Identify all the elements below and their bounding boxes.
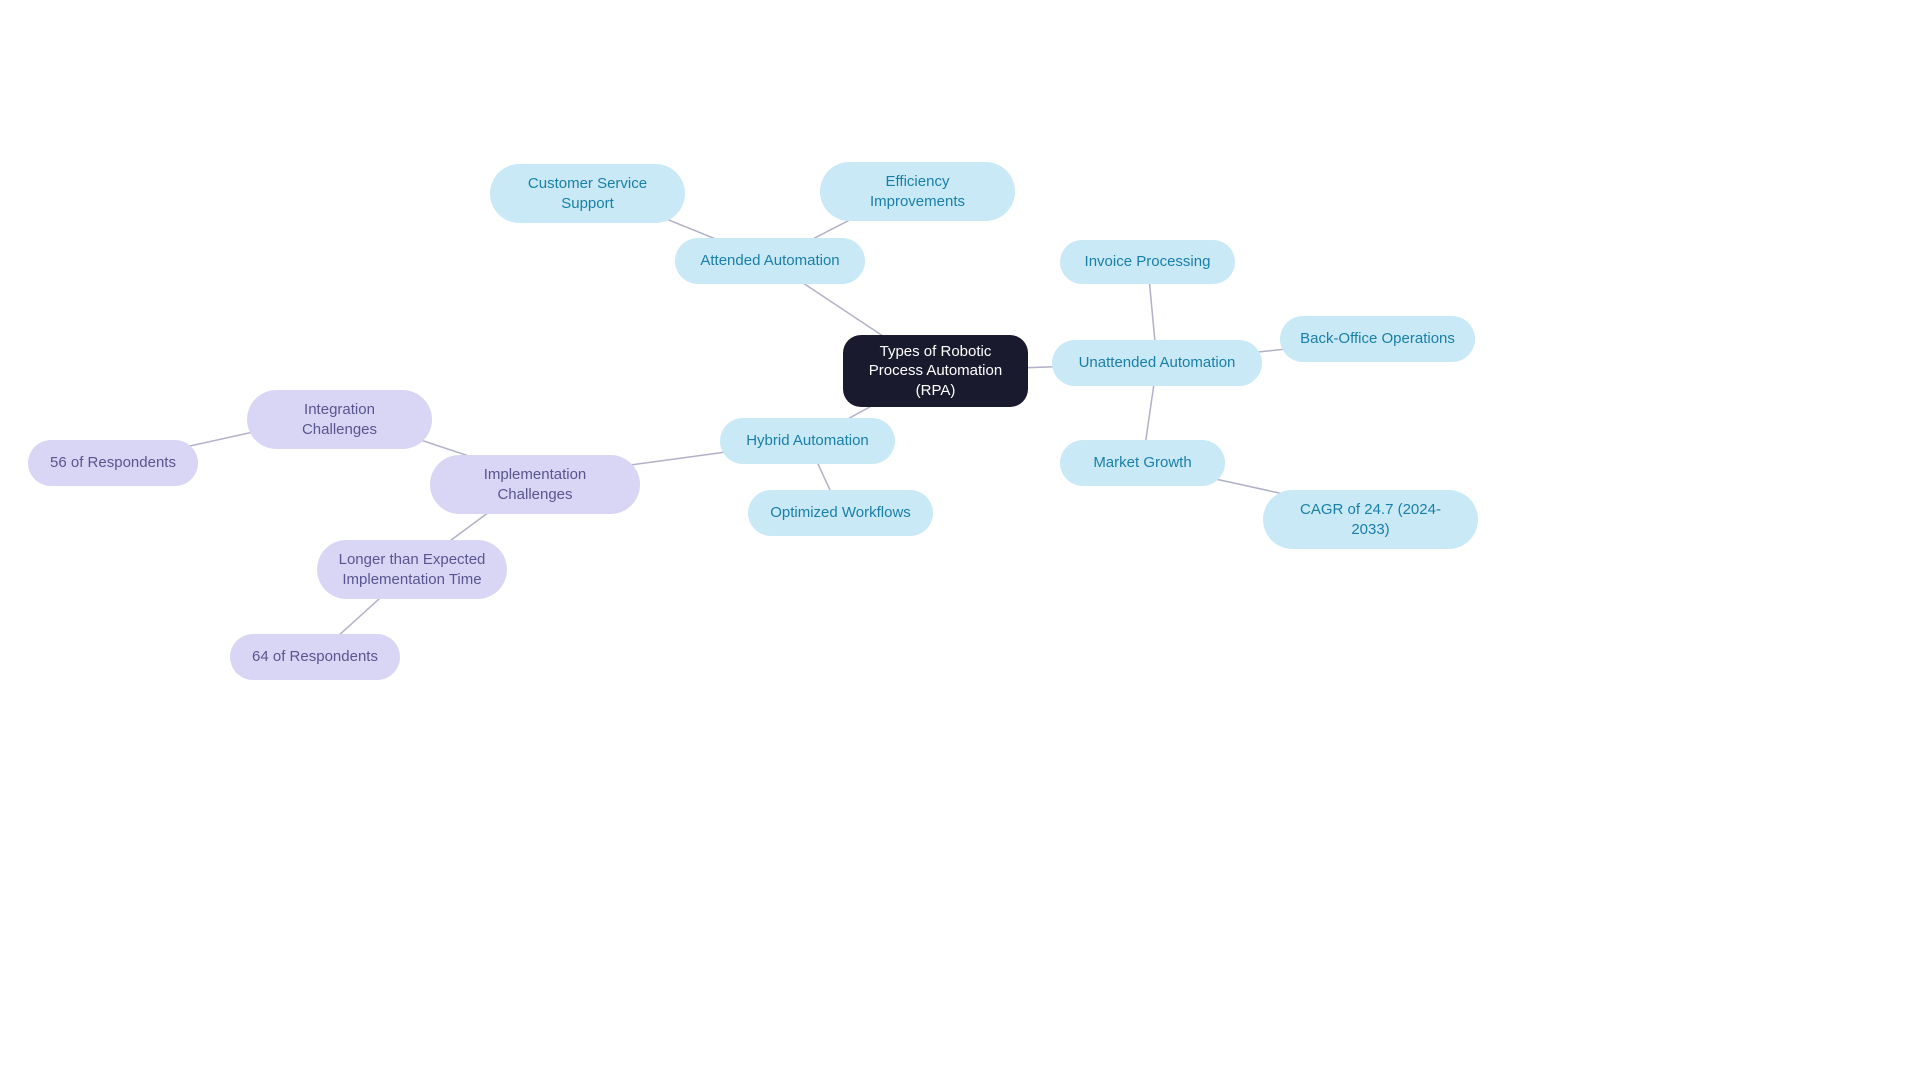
integration-node: Integration Challenges bbox=[247, 390, 432, 449]
unattended-node: Unattended Automation bbox=[1052, 340, 1262, 386]
longer-node: Longer than Expected Implementation Time bbox=[317, 540, 507, 599]
backoffice-node: Back-Office Operations bbox=[1280, 316, 1475, 362]
invoice-node: Invoice Processing bbox=[1060, 240, 1235, 284]
impl-challenges-node: Implementation Challenges bbox=[430, 455, 640, 514]
center-node: Types of Robotic Process Automation (RPA… bbox=[843, 335, 1028, 407]
mindmap-container: Types of Robotic Process Automation (RPA… bbox=[0, 0, 1920, 1083]
market-node: Market Growth bbox=[1060, 440, 1225, 486]
cagr-node: CAGR of 24.7 (2024-2033) bbox=[1263, 490, 1478, 549]
hybrid-node: Hybrid Automation bbox=[720, 418, 895, 464]
attended-node: Attended Automation bbox=[675, 238, 865, 284]
customer-service-node: Customer Service Support bbox=[490, 164, 685, 223]
64-respondents-node: 64 of Respondents bbox=[230, 634, 400, 680]
optimized-node: Optimized Workflows bbox=[748, 490, 933, 536]
56-respondents-node: 56 of Respondents bbox=[28, 440, 198, 486]
efficiency-node: Efficiency Improvements bbox=[820, 162, 1015, 221]
